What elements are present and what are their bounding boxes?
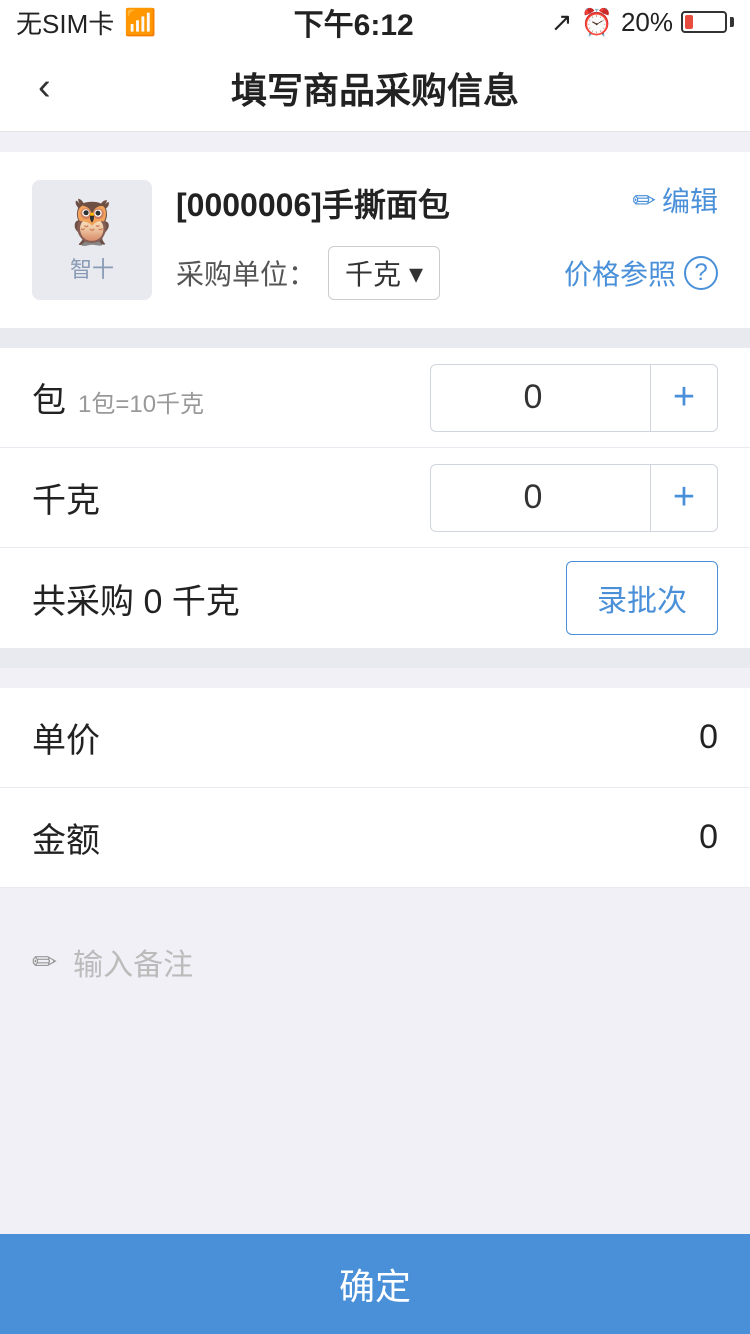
package-input-right: + xyxy=(430,364,718,432)
product-thumbnail: 🦉 智十 xyxy=(32,180,152,300)
kilogram-label: 千克 xyxy=(32,473,100,522)
batch-record-button[interactable]: 录批次 xyxy=(566,561,718,635)
confirm-bar[interactable]: 确定 xyxy=(0,1234,750,1334)
package-input-row: 包 1包=10千克 + xyxy=(0,348,750,448)
edit-label: 编辑 xyxy=(662,180,718,220)
edit-button[interactable]: ✏ 编辑 xyxy=(633,180,718,220)
alarm-icon: ⏰ xyxy=(581,7,613,38)
product-thumb-label: 智十 xyxy=(70,252,114,284)
divider-1 xyxy=(0,328,750,348)
summary-prefix: 共采购 xyxy=(32,583,134,621)
notes-section[interactable]: ✏ 输入备注 xyxy=(0,908,750,1016)
package-quantity-input[interactable] xyxy=(430,364,650,432)
notes-icon: ✏ xyxy=(32,945,57,980)
unit-value: 千克 xyxy=(345,253,401,293)
unit-price-label: 单价 xyxy=(32,713,100,762)
status-bar-left: 无SIM卡 📶 xyxy=(16,4,157,41)
summary-amount: 0 xyxy=(143,583,171,621)
unit-price-row: 单价 0 xyxy=(0,688,750,788)
input-section: 包 1包=10千克 + 千克 + 共采购 0 千克 录批次 xyxy=(0,348,750,648)
carrier-text: 无SIM卡 xyxy=(16,4,114,41)
time-display: 下午6:12 xyxy=(294,0,414,44)
status-bar-right: ↗ ⏰ 20% xyxy=(551,7,734,38)
package-plus-button[interactable]: + xyxy=(650,364,718,432)
amount-label: 金额 xyxy=(32,813,100,862)
kilogram-label-text: 千克 xyxy=(32,473,100,522)
amount-value: 0 xyxy=(699,818,718,857)
product-unit-row: 采购单位： 千克 ▾ 价格参照 ? xyxy=(176,246,718,300)
divider-2 xyxy=(0,648,750,668)
product-card: 🦉 智十 [0000006]手撕面包 ✏ 编辑 采购单位： 千克 ▾ 价格参照 … xyxy=(0,152,750,328)
notes-placeholder: 输入备注 xyxy=(73,940,193,984)
unit-label: 采购单位： xyxy=(176,253,316,293)
kilogram-quantity-input[interactable] xyxy=(430,464,650,532)
battery-percent: 20% xyxy=(621,7,673,38)
content-spacer xyxy=(0,1016,750,1256)
product-name-row: [0000006]手撕面包 ✏ 编辑 xyxy=(176,180,718,226)
package-label-text: 包 xyxy=(32,373,66,422)
unit-select[interactable]: 千克 ▾ xyxy=(328,246,440,300)
package-sublabel: 1包=10千克 xyxy=(78,384,204,419)
kilogram-input-right: + xyxy=(430,464,718,532)
product-thumb-owl: 🦉 xyxy=(65,196,120,248)
summary-text: 共采购 0 千克 xyxy=(32,574,240,623)
confirm-label: 确定 xyxy=(339,1258,411,1310)
price-ref-label: 价格参照 xyxy=(564,253,676,293)
price-reference-button[interactable]: 价格参照 ? xyxy=(564,253,718,293)
summary-row: 共采购 0 千克 录批次 xyxy=(0,548,750,648)
product-info: [0000006]手撕面包 ✏ 编辑 采购单位： 千克 ▾ 价格参照 ? xyxy=(176,180,718,300)
back-button[interactable]: ‹ xyxy=(28,56,61,119)
price-section: 单价 0 金额 0 xyxy=(0,688,750,888)
unit-price-value: 0 xyxy=(699,718,718,757)
kilogram-input-row: 千克 + xyxy=(0,448,750,548)
location-icon: ↗ xyxy=(551,7,573,38)
amount-row: 金额 0 xyxy=(0,788,750,888)
status-bar: 无SIM卡 📶 下午6:12 ↗ ⏰ 20% xyxy=(0,0,750,44)
page-title: 填写商品采购信息 xyxy=(231,62,519,114)
price-ref-question-icon: ? xyxy=(684,256,718,290)
nav-bar: ‹ 填写商品采购信息 xyxy=(0,44,750,132)
edit-icon: ✏ xyxy=(633,184,656,217)
wifi-icon: 📶 xyxy=(124,7,156,38)
kilogram-plus-button[interactable]: + xyxy=(650,464,718,532)
product-name: [0000006]手撕面包 xyxy=(176,180,450,226)
package-label: 包 1包=10千克 xyxy=(32,373,204,422)
unit-dropdown-icon: ▾ xyxy=(409,257,423,290)
battery-icon xyxy=(681,11,734,33)
summary-unit: 千克 xyxy=(172,583,240,621)
